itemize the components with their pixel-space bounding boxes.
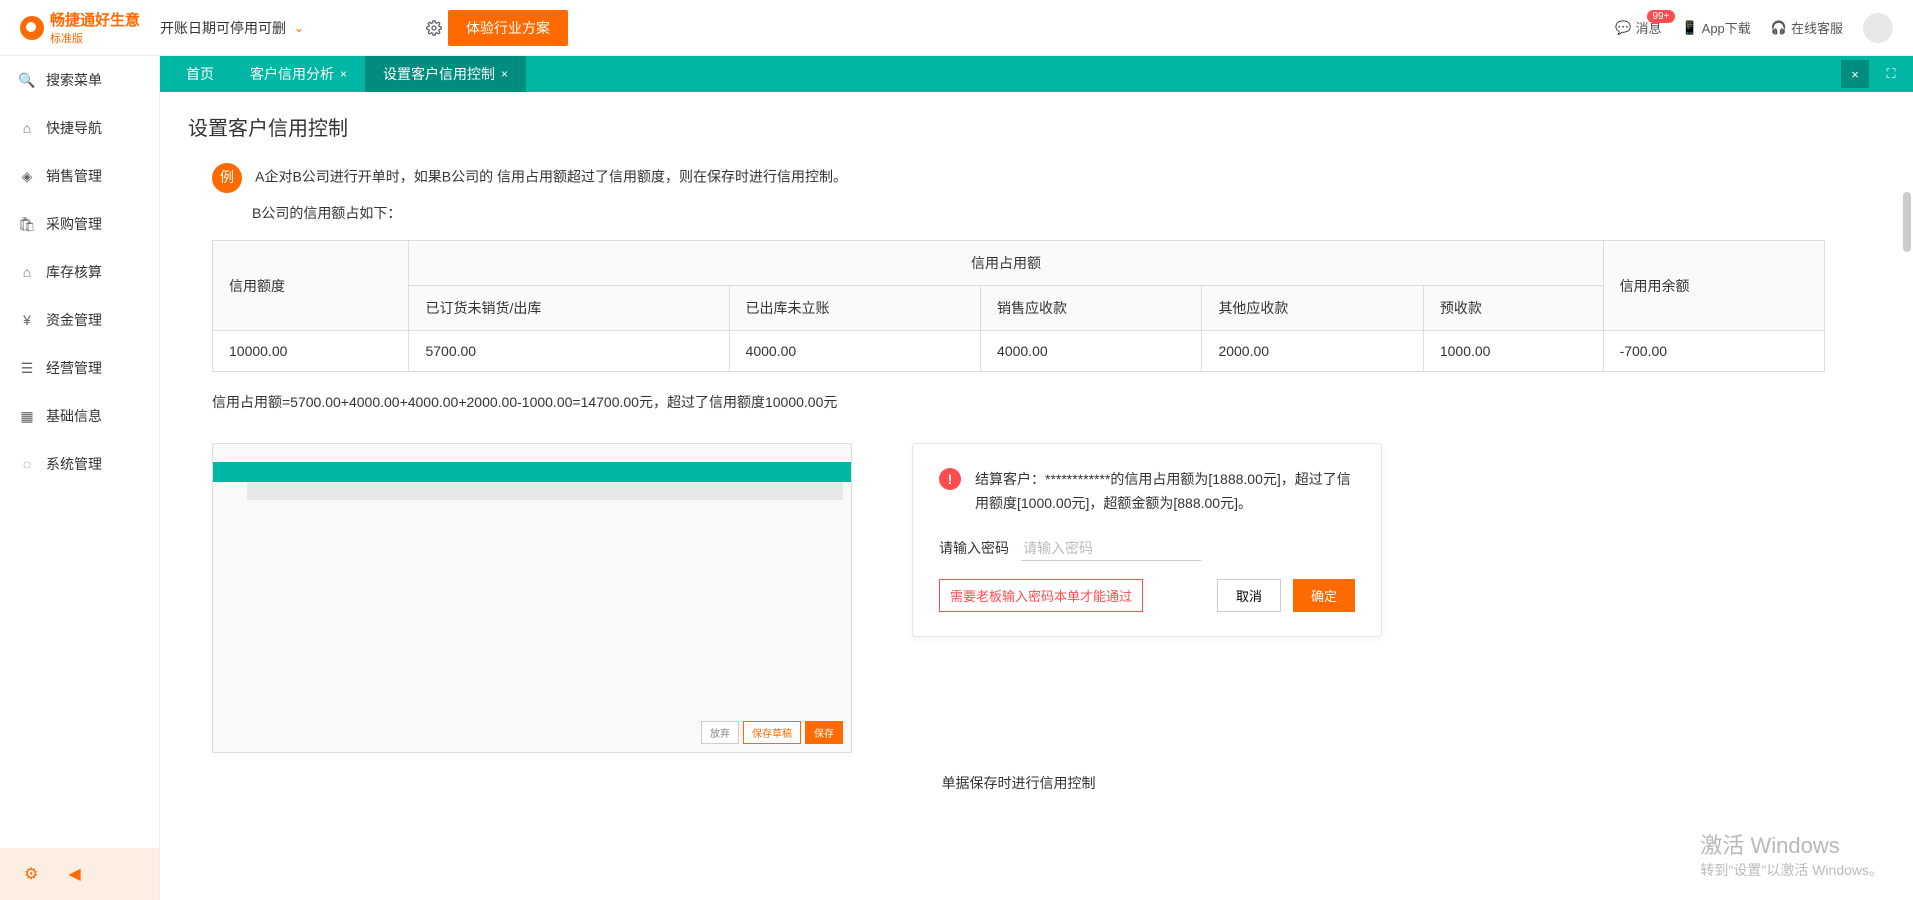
calc-line: 信用占用额=5700.00+4000.00+4000.00+2000.00-10… [212, 390, 1825, 415]
sidebar-item-operation[interactable]: ☰经营管理 [0, 344, 159, 392]
account-period-selector[interactable]: 开账日期可停用可删 ⌄ [160, 18, 420, 38]
fig-save-button: 保存 [805, 721, 843, 744]
avatar[interactable] [1863, 13, 1893, 43]
tab-credit-control[interactable]: 设置客户信用控制× [365, 56, 526, 92]
footer-collapse-icon[interactable]: ◀ [68, 864, 80, 884]
main: 首页 客户信用分析× 设置客户信用控制× × ⛶ 设置客户信用控制 例 A企对B… [160, 56, 1913, 900]
cart-icon: 🛍 [18, 215, 36, 233]
sidebar-item-sales[interactable]: ◈销售管理 [0, 152, 159, 200]
page-title: 设置客户信用控制 [188, 112, 1885, 141]
credit-dialog: ! 结算客户：************的信用占用额为[1888.00元]，超过了… [912, 443, 1382, 637]
header-right: 💬 消息 99+ 📱 App下载 🎧 在线客服 [1615, 13, 1893, 43]
windows-watermark: 激活 Windows 转到"设置"以激活 Windows。 [1700, 828, 1883, 880]
experience-button[interactable]: 体验行业方案 [448, 10, 568, 46]
credit-table: 信用额度 信用占用额 信用用余额 已订货未销货/出库 已出库未立账 销售应收款 … [212, 240, 1825, 372]
edition-label: 标准版 [50, 30, 140, 46]
password-callout: 需要老板输入密码本单才能通过 [939, 579, 1143, 612]
header: 畅捷通好生意 标准版 开账日期可停用可删 ⌄ 体验行业方案 💬 消息 99+ 📱… [0, 0, 1913, 56]
th-col2: 销售应收款 [981, 286, 1202, 331]
fig-draft-button: 保存草稿 [743, 721, 801, 744]
close-icon[interactable]: × [501, 56, 508, 92]
tag-icon: ◈ [18, 167, 36, 185]
alert-icon: ! [939, 468, 961, 490]
close-all-tabs-button[interactable]: × [1841, 60, 1869, 88]
tab-credit-analysis[interactable]: 客户信用分析× [232, 56, 365, 92]
tabbar: 首页 客户信用分析× 设置客户信用控制× × ⛶ [160, 56, 1913, 92]
search-icon: 🔍 [18, 71, 36, 89]
gear-icon [426, 20, 442, 36]
phone-icon: 📱 [1681, 20, 1697, 36]
th-balance: 信用用余额 [1603, 241, 1824, 331]
logo-icon [20, 16, 44, 40]
logo: 畅捷通好生意 标准版 [20, 9, 160, 46]
intro-sub: B公司的信用额占如下： [252, 201, 1825, 226]
sidebar-item-system[interactable]: ◌系统管理 [0, 440, 159, 488]
messages-badge: 99+ [1647, 10, 1676, 23]
example-badge: 例 [212, 163, 242, 193]
footer-gear-icon[interactable]: ⚙ [24, 864, 38, 884]
alert-text: 结算客户：************的信用占用额为[1888.00元]，超过了信用… [975, 468, 1355, 516]
th-limit: 信用额度 [213, 241, 409, 331]
sidebar-item-quicknav[interactable]: ⌂快捷导航 [0, 104, 159, 152]
page: 设置客户信用控制 例 A企对B公司进行开单时，如果B公司的 信用占用额超过了信用… [160, 92, 1913, 900]
scrollbar[interactable] [1903, 192, 1911, 252]
sidebar-item-search[interactable]: 🔍搜索菜单 [0, 56, 159, 104]
messages-link[interactable]: 💬 消息 99+ [1615, 18, 1661, 37]
chevron-down-icon: ⌄ [294, 21, 304, 35]
figure-row: 放弃 保存草稿 保存 ! 结算客户：************的信用占用额为[18… [212, 443, 1825, 753]
close-icon[interactable]: × [340, 56, 347, 92]
password-label: 请输入密码 [939, 538, 1009, 558]
support-link[interactable]: 🎧 在线客服 [1771, 18, 1843, 37]
ok-button[interactable]: 确定 [1293, 579, 1355, 612]
th-used: 信用占用额 [409, 241, 1603, 286]
figure-caption: 单据保存时进行信用控制 [212, 773, 1825, 793]
settings-button[interactable] [420, 14, 448, 42]
selector-label: 开账日期可停用可删 [160, 18, 286, 38]
table-row: 10000.00 5700.00 4000.00 4000.00 2000.00… [213, 331, 1825, 372]
th-col4: 预收款 [1423, 286, 1603, 331]
gear-icon: ◌ [18, 455, 36, 473]
intro-line: 例 A企对B公司进行开单时，如果B公司的 信用占用额超过了信用额度，则在保存时进… [212, 163, 1825, 193]
headset-icon: 🎧 [1771, 20, 1787, 36]
fig-undo-button: 放弃 [701, 721, 739, 744]
password-input[interactable] [1021, 536, 1201, 561]
warehouse-icon: ⌂ [18, 263, 36, 281]
product-name: 畅捷通好生意 [50, 9, 140, 30]
screenshot-preview: 放弃 保存草稿 保存 [212, 443, 852, 753]
sidebar-item-purchase[interactable]: 🛍采购管理 [0, 200, 159, 248]
th-col0: 已订货未销货/出库 [409, 286, 729, 331]
home-icon: ⌂ [18, 119, 36, 137]
th-col3: 其他应收款 [1202, 286, 1423, 331]
fullscreen-button[interactable]: ⛶ [1877, 60, 1905, 88]
sidebar: 🔍搜索菜单 ⌂快捷导航 ◈销售管理 🛍采购管理 ⌂库存核算 ¥资金管理 ☰经营管… [0, 56, 160, 900]
sidebar-item-finance[interactable]: ¥资金管理 [0, 296, 159, 344]
app-download-link[interactable]: 📱 App下载 [1681, 18, 1750, 37]
report-icon: ☰ [18, 359, 36, 377]
sidebar-item-inventory[interactable]: ⌂库存核算 [0, 248, 159, 296]
th-col1: 已出库未立账 [729, 286, 981, 331]
info-icon: ▦ [18, 407, 36, 425]
sidebar-item-basic[interactable]: ▦基础信息 [0, 392, 159, 440]
money-icon: ¥ [18, 311, 36, 329]
message-icon: 💬 [1615, 20, 1631, 36]
sidebar-footer: ⚙ ◀ [0, 848, 159, 900]
cancel-button[interactable]: 取消 [1217, 579, 1281, 612]
tab-home[interactable]: 首页 [168, 56, 232, 92]
